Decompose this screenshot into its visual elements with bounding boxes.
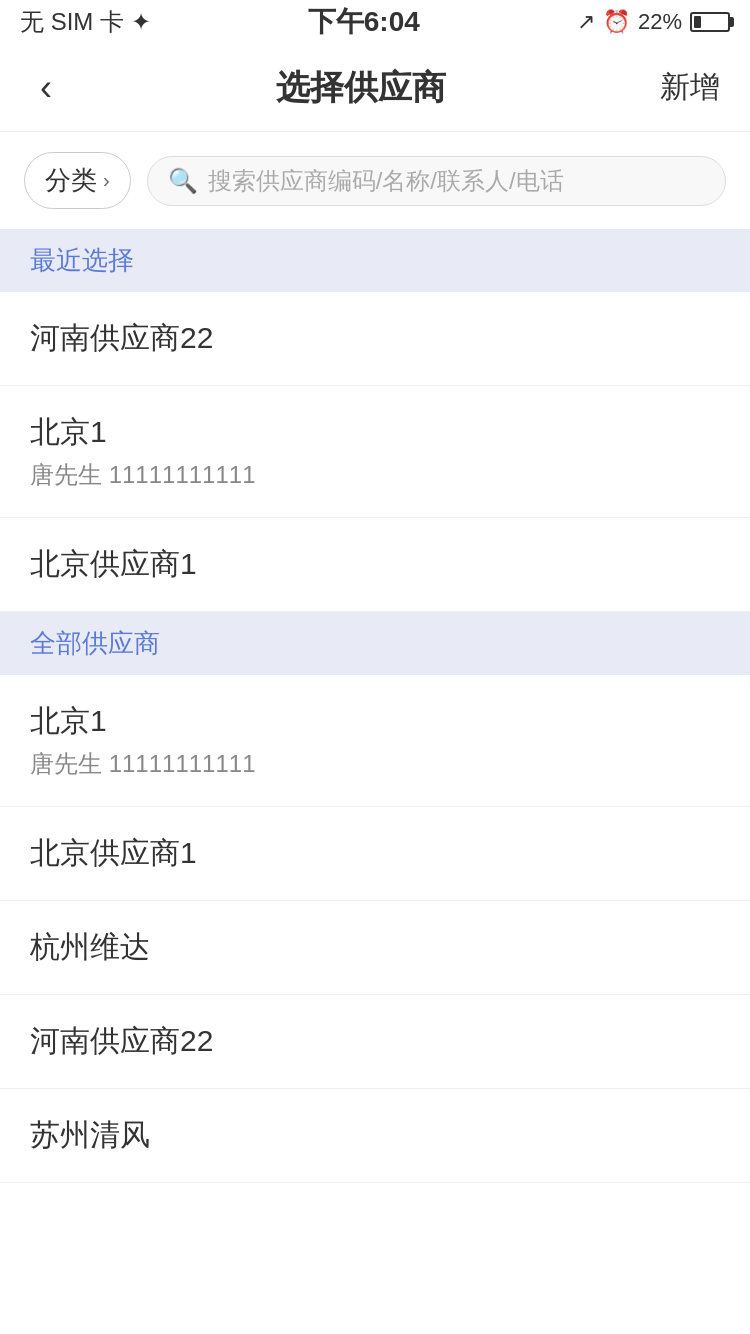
- status-left: 无 SIM 卡 ✦: [20, 6, 151, 38]
- list-item[interactable]: 北京1 唐先生 11111111111: [0, 386, 750, 518]
- category-filter[interactable]: 分类 ›: [24, 152, 131, 209]
- add-button[interactable]: 新增: [660, 67, 720, 108]
- search-icon: 🔍: [168, 167, 198, 195]
- sim-status: 无 SIM 卡 ✦: [20, 6, 151, 38]
- list-item[interactable]: 北京供应商1: [0, 807, 750, 901]
- item-sub: 唐先生 11111111111: [30, 459, 720, 491]
- status-time: 下午6:04: [308, 3, 420, 41]
- battery-icon: [690, 12, 730, 32]
- item-name: 北京供应商1: [30, 544, 720, 585]
- alarm-icon: ⏰: [603, 9, 630, 35]
- item-name: 河南供应商22: [30, 1021, 720, 1062]
- all-section-header: 全部供应商: [0, 612, 750, 675]
- recent-section-label: 最近选择: [30, 245, 134, 275]
- search-box[interactable]: 🔍: [147, 156, 726, 206]
- page-title: 选择供应商: [276, 65, 446, 111]
- all-items-list: 北京1 唐先生 11111111111 北京供应商1 杭州维达河南供应商22 苏州清风: [0, 675, 750, 1183]
- list-item[interactable]: 河南供应商22: [0, 292, 750, 386]
- chevron-right-icon: ›: [103, 169, 110, 192]
- list-item[interactable]: 北京供应商1: [0, 518, 750, 612]
- all-section-label: 全部供应商: [30, 628, 160, 658]
- item-name: 杭州维达: [30, 927, 720, 968]
- item-sub: 唐先生 11111111111: [30, 748, 720, 780]
- list-item[interactable]: 杭州维达: [0, 901, 750, 995]
- location-icon: ↗: [577, 9, 595, 35]
- list-item[interactable]: 北京1 唐先生 11111111111: [0, 675, 750, 807]
- list-item[interactable]: 河南供应商22: [0, 995, 750, 1089]
- item-name: 苏州清风: [30, 1115, 720, 1156]
- recent-section-header: 最近选择: [0, 229, 750, 292]
- status-bar: 无 SIM 卡 ✦ 下午6:04 ↗ ⏰ 22%: [0, 0, 750, 44]
- battery-percent: 22%: [638, 9, 682, 35]
- recent-items-list: 河南供应商22 北京1 唐先生 11111111111 北京供应商1: [0, 292, 750, 612]
- nav-bar: ‹ 选择供应商 新增: [0, 44, 750, 132]
- list-item[interactable]: 苏州清风: [0, 1089, 750, 1183]
- item-name: 北京1: [30, 701, 720, 742]
- status-right: ↗ ⏰ 22%: [577, 9, 730, 35]
- back-button[interactable]: ‹: [30, 57, 62, 119]
- category-label: 分类: [45, 163, 97, 198]
- item-name: 河南供应商22: [30, 318, 720, 359]
- item-name: 北京1: [30, 412, 720, 453]
- search-input[interactable]: [208, 167, 705, 195]
- item-name: 北京供应商1: [30, 833, 720, 874]
- filter-bar: 分类 › 🔍: [0, 132, 750, 229]
